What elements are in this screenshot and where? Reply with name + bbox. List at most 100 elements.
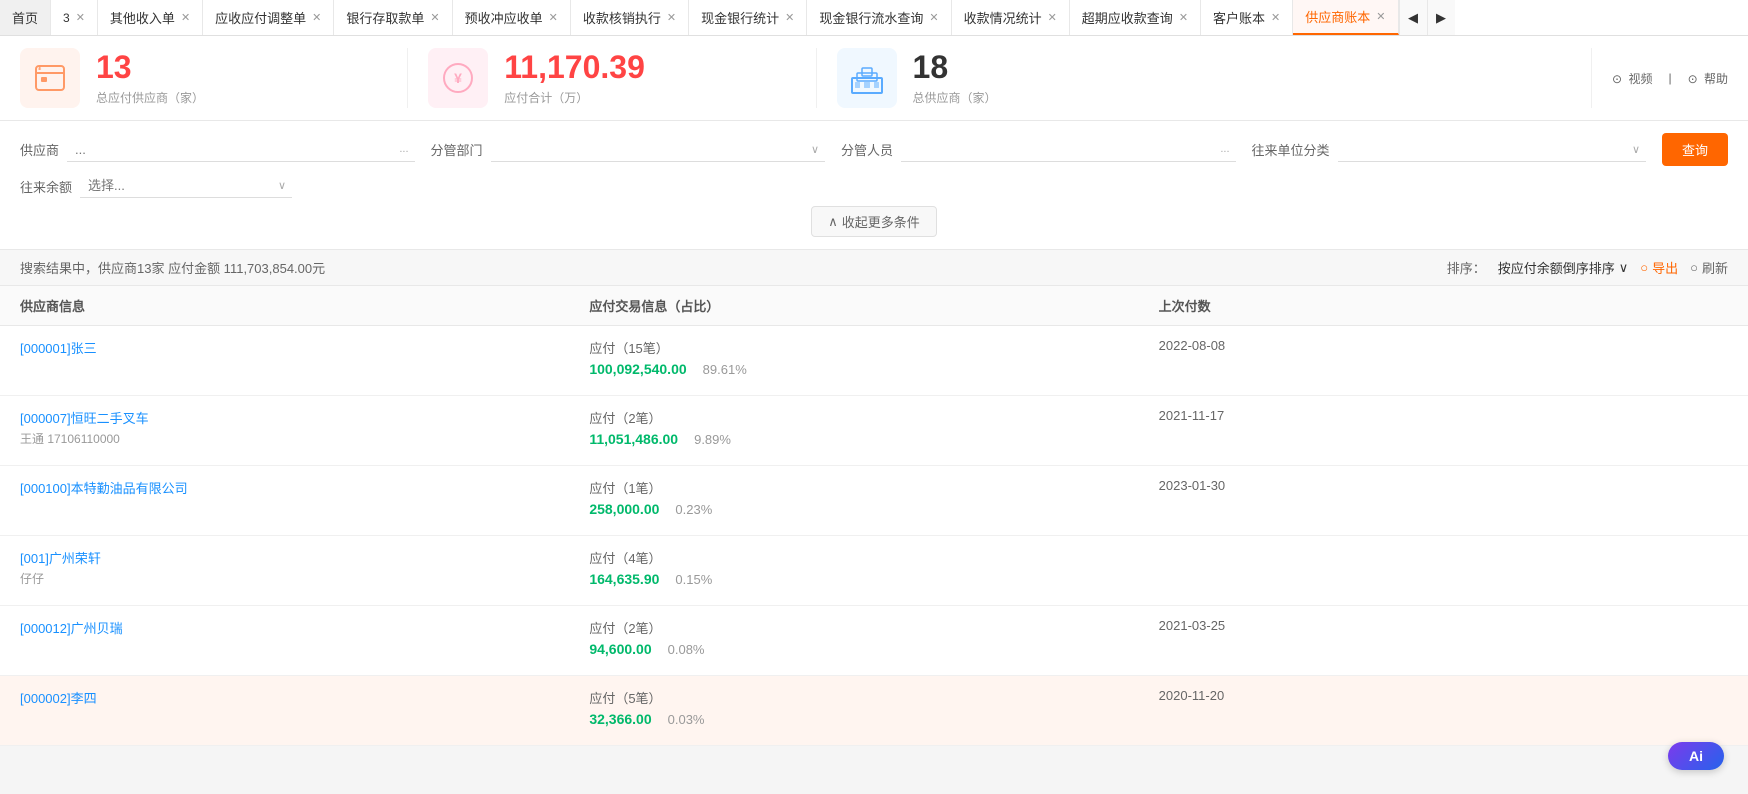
nav-tab-prepay[interactable]: 预收冲应收单 ✕ — [453, 0, 571, 35]
help-link[interactable]: ⊙ 帮助 — [1688, 70, 1728, 87]
export-button[interactable]: ○ 导出 — [1640, 258, 1678, 277]
last-payment-5: 2021-03-25 — [1159, 618, 1728, 633]
supplier-info-4: [001]广州荣轩 仔仔 — [20, 548, 589, 587]
tx-amount-6: 32,366.00 — [589, 711, 651, 727]
transaction-info-4: 应付（4笔） 164,635.90 0.15% — [589, 548, 1158, 587]
supplier-link-5[interactable]: [000012]广州贝瑞 — [20, 621, 123, 636]
person-input[interactable] — [901, 138, 1214, 161]
nav-tab-cash-bank-stat[interactable]: 现金银行统计 ✕ — [689, 0, 807, 35]
total-suppliers-label: 总供应商（家） — [913, 89, 997, 106]
ai-badge[interactable]: Ai — [1668, 742, 1724, 770]
close-icon[interactable]: ✕ — [1048, 11, 1057, 24]
collapse-icon: ∧ — [828, 214, 838, 230]
payable-suppliers-label: 总应付供应商（家） — [96, 89, 204, 106]
nav-tab-cash-bank-flow[interactable]: 现金银行流水查询 ✕ — [807, 0, 951, 35]
transaction-info-6: 应付（5笔） 32,366.00 0.03% — [589, 688, 1158, 727]
last-payment-date-6: 2020-11-20 — [1159, 688, 1225, 703]
close-icon[interactable]: ✕ — [1179, 11, 1188, 24]
stat-right-actions: ⊙ 视频 | ⊙ 帮助 — [1592, 48, 1728, 108]
nav-next-arrow[interactable]: ▶ — [1427, 0, 1455, 35]
nav-tab-prepay-label: 预收冲应收单 — [465, 8, 543, 27]
nav-tab-other-income-label: 其他收入单 — [110, 8, 175, 27]
supplier-link-4[interactable]: [001]广州荣轩 — [20, 551, 101, 566]
close-icon[interactable]: ✕ — [1271, 11, 1280, 24]
filter-row-1: 供应商 ... 分管部门 ∨ 分管人员 ... 往来单位分类 ∨ — [20, 133, 1728, 166]
dept-label: 分管部门 — [431, 140, 483, 159]
table-header: 供应商信息 应付交易信息（占比） 上次付数 — [0, 286, 1748, 326]
nav-tab-supplier-account[interactable]: 供应商账本 ✕ — [1293, 0, 1398, 35]
table-row: [000002]李四 应付（5笔） 32,366.00 0.03% 2020-1… — [0, 676, 1748, 746]
data-table: 供应商信息 应付交易信息（占比） 上次付数 [000001]张三 应付（15笔）… — [0, 286, 1748, 746]
nav-tab-receipt-stat[interactable]: 收款情况统计 ✕ — [952, 0, 1070, 35]
supplier-sub-4: 仔仔 — [20, 570, 589, 587]
tx-percent-2: 9.89% — [694, 432, 731, 447]
supplier-link-3[interactable]: [000100]本特勤油品有限公司 — [20, 481, 188, 496]
refresh-label: 刷新 — [1702, 258, 1728, 277]
supplier-link-2[interactable]: [000007]恒旺二手叉车 — [20, 411, 149, 426]
transaction-info-1: 应付（15笔） 100,092,540.00 89.61% — [589, 338, 1158, 377]
stat-payable-total-content: 11,170.39 应付合计（万） — [504, 50, 645, 106]
category-input[interactable] — [1338, 138, 1626, 161]
tx-amount-1: 100,092,540.00 — [589, 361, 686, 377]
close-icon[interactable]: ✕ — [181, 11, 190, 24]
nav-tab-ar-adjust[interactable]: 应收应付调整单 ✕ — [203, 0, 334, 35]
supplier-info-5: [000012]广州贝瑞 — [20, 618, 589, 637]
payable-suppliers-number: 13 — [96, 50, 204, 85]
tx-label-6: 应付（5笔） — [589, 688, 1158, 707]
sort-value: 按应付余额倒序排序 — [1498, 258, 1615, 277]
nav-tab-cash-bank-flow-label: 现金银行流水查询 — [819, 8, 923, 27]
col2-header: 应付交易信息（占比） — [589, 296, 1158, 315]
collapse-button[interactable]: ∧ 收起更多条件 — [811, 206, 937, 237]
supplier-select-box: ... — [67, 138, 414, 162]
tx-row-4: 164,635.90 0.15% — [589, 569, 1158, 587]
sort-select[interactable]: 按应付余额倒序排序 ∨ — [1498, 258, 1629, 277]
payable-total-label: 应付合计（万） — [504, 89, 645, 106]
nav-tab-bank-deposit-label: 银行存取款单 — [346, 8, 424, 27]
nav-tab-receipt-check-label: 收款核销执行 — [583, 8, 661, 27]
transaction-info-5: 应付（2笔） 94,600.00 0.08% — [589, 618, 1158, 657]
close-icon[interactable]: ✕ — [785, 11, 794, 24]
video-link[interactable]: ⊙ 视频 — [1612, 70, 1652, 87]
nav-tab-customer-account[interactable]: 客户账本 ✕ — [1201, 0, 1293, 35]
nav-tab-home-label: 首页 — [12, 8, 38, 27]
tx-row-3: 258,000.00 0.23% — [589, 499, 1158, 517]
nav-tab-bank-deposit[interactable]: 银行存取款单 ✕ — [334, 0, 452, 35]
supplier-arrow-icon: ... — [393, 143, 414, 155]
table-row: [000007]恒旺二手叉车 王通 17106110000 应付（2笔） 11,… — [0, 396, 1748, 466]
tx-row-2: 11,051,486.00 9.89% — [589, 429, 1158, 447]
filter-balance: 往来余额 ∨ — [20, 174, 240, 198]
close-icon[interactable]: ✕ — [929, 11, 938, 24]
nav-tab-3[interactable]: 3 ✕ — [51, 0, 98, 35]
tx-row-1: 100,092,540.00 89.61% — [589, 359, 1158, 377]
category-arrow-icon: ∨ — [1626, 143, 1646, 156]
table-row: [000012]广州贝瑞 应付（2笔） 94,600.00 0.08% 2021… — [0, 606, 1748, 676]
supplier-info-1: [000001]张三 — [20, 338, 589, 357]
nav-tab-home[interactable]: 首页 — [0, 0, 51, 35]
nav-prev-arrow[interactable]: ◀ — [1399, 0, 1427, 35]
refresh-button[interactable]: ○ 刷新 — [1690, 258, 1728, 277]
tx-label-1: 应付（15笔） — [589, 338, 1158, 357]
close-icon[interactable]: ✕ — [312, 11, 321, 24]
supplier-link-1[interactable]: [000001]张三 — [20, 341, 97, 356]
balance-label: 往来余额 — [20, 177, 72, 196]
result-summary: 搜索结果中，供应商13家 应付金额 111,703,854.00元 — [20, 258, 325, 277]
ai-badge-label: Ai — [1689, 748, 1703, 764]
close-icon[interactable]: ✕ — [430, 11, 439, 24]
close-icon[interactable]: ✕ — [76, 11, 85, 24]
balance-arrow-icon: ∨ — [272, 179, 292, 192]
video-icon: ⊙ — [1612, 72, 1622, 86]
dept-input[interactable] — [491, 138, 805, 161]
query-button[interactable]: 查询 — [1662, 133, 1728, 166]
balance-input[interactable] — [80, 174, 272, 197]
nav-tab-receipt-check[interactable]: 收款核销执行 ✕ — [571, 0, 689, 35]
close-icon[interactable]: ✕ — [1376, 10, 1385, 23]
nav-tab-overdue[interactable]: 超期应收款查询 ✕ — [1070, 0, 1201, 35]
supplier-link-6[interactable]: [000002]李四 — [20, 691, 97, 706]
tx-percent-1: 89.61% — [703, 362, 747, 377]
help-label: 帮助 — [1704, 72, 1728, 86]
close-icon[interactable]: ✕ — [667, 11, 676, 24]
nav-tab-other-income[interactable]: 其他收入单 ✕ — [98, 0, 203, 35]
tx-label-5: 应付（2笔） — [589, 618, 1158, 637]
close-icon[interactable]: ✕ — [549, 11, 558, 24]
supplier-input[interactable] — [67, 138, 393, 161]
